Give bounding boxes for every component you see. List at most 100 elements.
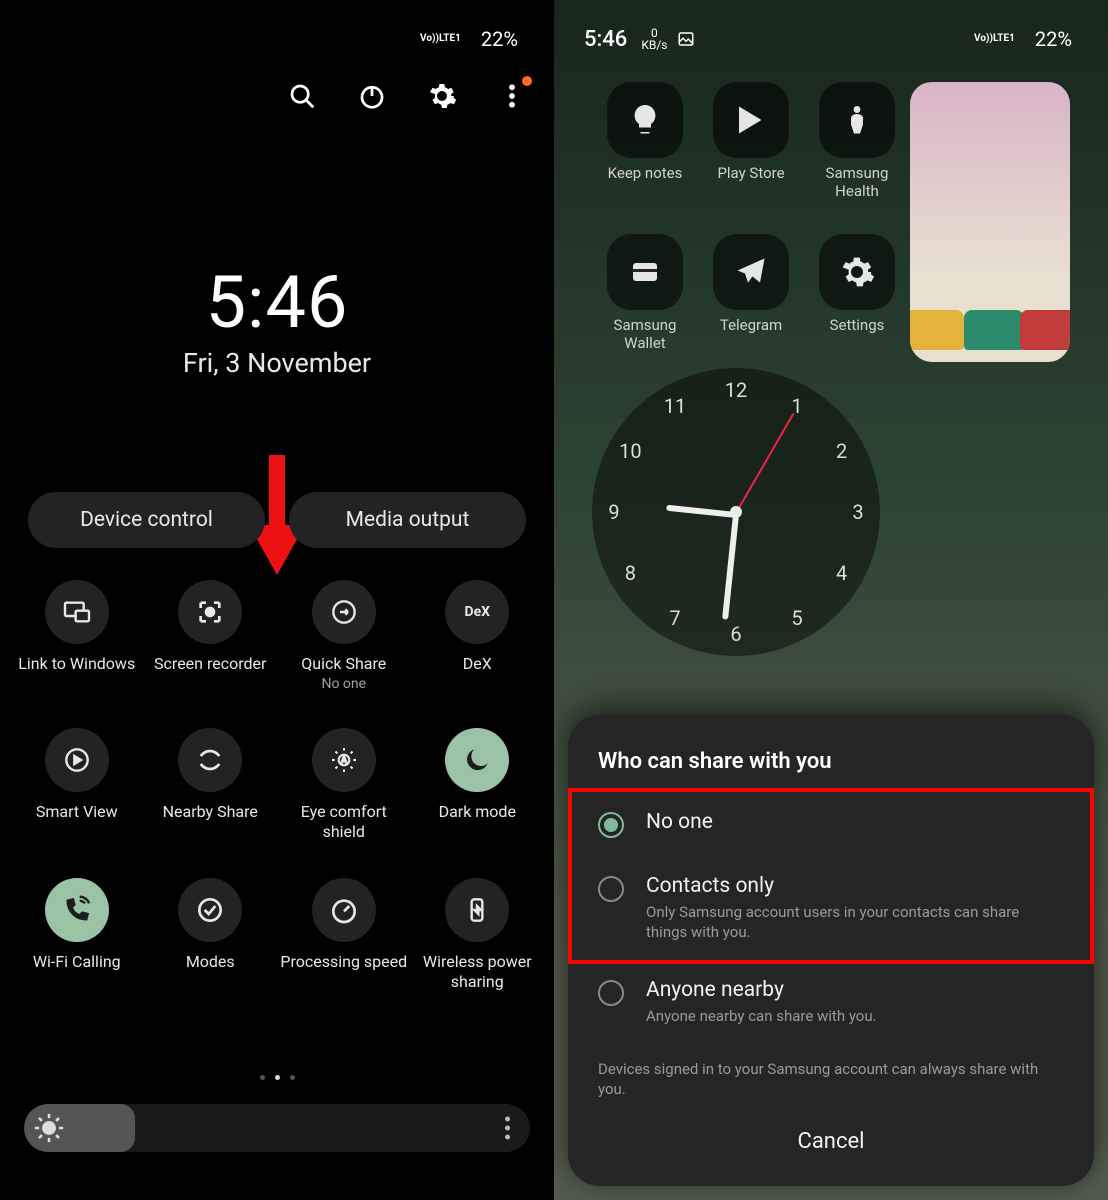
- radio-icon: [598, 980, 624, 1006]
- app-label: Samsung Wallet: [592, 316, 698, 352]
- svg-text:A: A: [341, 756, 347, 765]
- photo-widget[interactable]: [910, 82, 1070, 362]
- clock-number: 11: [664, 394, 686, 418]
- notification-dot-icon: [522, 76, 532, 86]
- tile-link-windows[interactable]: Link to Windows: [10, 580, 144, 692]
- screenshot-icon: [677, 30, 695, 48]
- more-button[interactable]: [494, 78, 530, 114]
- tile-nearby-share[interactable]: Nearby Share: [144, 728, 278, 842]
- quick-tiles: Link to Windows Screen recorder Quick Sh…: [10, 580, 544, 992]
- tile-eye-comfort[interactable]: A Eye comfort shield: [277, 728, 411, 842]
- radio-selected-icon: [598, 812, 624, 838]
- status-bar: 5:46 0 KB/s Vo))LTE1 22%: [554, 0, 1108, 78]
- clock-number: 3: [852, 500, 863, 524]
- tile-label: Wi-Fi Calling: [33, 952, 121, 972]
- tile-label: Screen recorder: [154, 654, 266, 674]
- tile-dex[interactable]: DeX DeX: [411, 580, 545, 692]
- cancel-button[interactable]: Cancel: [568, 1103, 1094, 1168]
- search-button[interactable]: [284, 78, 320, 114]
- clock-number: 8: [625, 561, 636, 585]
- app-samsung-health[interactable]: Samsung Health: [804, 82, 910, 210]
- quick-share-sheet: Who can share with you No one Contacts o…: [568, 715, 1094, 1186]
- option-label: Contacts only: [646, 874, 1064, 898]
- brightness-slider[interactable]: [24, 1104, 530, 1152]
- app-label: Keep notes: [608, 164, 683, 182]
- app-telegram[interactable]: Telegram: [698, 234, 804, 362]
- analog-clock-widget[interactable]: 121234567891011: [592, 368, 880, 656]
- tile-dark-mode[interactable]: Dark mode: [411, 728, 545, 842]
- media-output-button[interactable]: Media output: [289, 492, 526, 548]
- clock-number: 4: [836, 561, 847, 585]
- tile-processing-speed[interactable]: Processing speed: [277, 878, 411, 992]
- tile-smart-view[interactable]: Smart View: [10, 728, 144, 842]
- clock-number: 2: [836, 439, 847, 463]
- app-settings[interactable]: Settings: [804, 234, 910, 362]
- option-label: No one: [646, 810, 713, 834]
- media-output-label: Media output: [346, 508, 470, 532]
- clock-number: 10: [619, 439, 641, 463]
- volte-lte: LTE1: [439, 34, 461, 44]
- data-speed: 0 KB/s: [641, 27, 667, 51]
- page-indicator: [0, 1075, 554, 1080]
- battery-percent: 22%: [481, 27, 518, 51]
- sheet-note: Devices signed in to your Samsung accoun…: [568, 1045, 1094, 1104]
- sun-icon: [32, 1111, 66, 1145]
- tile-screen-recorder[interactable]: Screen recorder: [144, 580, 278, 692]
- tile-quick-share[interactable]: Quick Share No one: [277, 580, 411, 692]
- tile-modes[interactable]: Modes: [144, 878, 278, 992]
- status-time: 5:46: [584, 27, 627, 52]
- tile-label: Dark mode: [439, 802, 516, 822]
- volte-icon: Vo)) LTE1: [420, 34, 461, 44]
- app-label: Telegram: [720, 316, 782, 334]
- clock-number: 12: [725, 378, 747, 402]
- app-keep-notes[interactable]: Keep notes: [592, 82, 698, 210]
- tile-wifi-calling[interactable]: Wi-Fi Calling: [10, 878, 144, 992]
- tile-label: Link to Windows: [18, 654, 135, 674]
- option-no-one[interactable]: No one: [568, 792, 1094, 856]
- volte-vo: Vo)): [420, 34, 439, 44]
- app-samsung-wallet[interactable]: Samsung Wallet: [592, 234, 698, 362]
- radio-icon: [598, 876, 624, 902]
- app-label: Play Store: [717, 164, 784, 182]
- app-play-store[interactable]: Play Store: [698, 82, 804, 210]
- settings-button[interactable]: [424, 78, 460, 114]
- tile-label: Eye comfort shield: [280, 802, 408, 842]
- status-bar: Vo)) LTE1 22%: [0, 0, 554, 78]
- app-label: Samsung Health: [804, 164, 910, 200]
- home-apps: Keep notes Play Store Samsung Health Sam…: [592, 82, 1070, 362]
- tile-sublabel: No one: [321, 676, 366, 692]
- tile-label: Nearby Share: [163, 802, 258, 822]
- tile-label: DeX: [463, 654, 492, 674]
- device-control-button[interactable]: Device control: [28, 492, 265, 548]
- option-anyone-nearby[interactable]: Anyone nearby Anyone nearby can share wi…: [568, 960, 1094, 1044]
- kbs-unit: KB/s: [641, 38, 667, 52]
- screen-quick-settings: Vo)) LTE1 22% 5:46 Fri, 3 November: [0, 0, 554, 1200]
- clock-number: 6: [730, 622, 741, 646]
- app-label: Settings: [830, 316, 885, 334]
- clock-header: 5:46 Fri, 3 November: [0, 260, 554, 379]
- tile-label: Processing speed: [280, 952, 407, 972]
- option-desc: Anyone nearby can share with you.: [646, 1006, 877, 1026]
- tile-wireless-power[interactable]: Wireless power sharing: [411, 878, 545, 992]
- option-contacts-only[interactable]: Contacts only Only Samsung account users…: [568, 856, 1094, 961]
- tile-label: Smart View: [36, 802, 118, 822]
- option-label: Anyone nearby: [646, 978, 877, 1002]
- battery-percent: 22%: [1035, 27, 1072, 51]
- device-control-label: Device control: [80, 508, 213, 532]
- volte-icon: Vo))LTE1: [974, 34, 1015, 44]
- clock-time: 5:46: [0, 260, 554, 345]
- power-button[interactable]: [354, 78, 390, 114]
- panel-toolbar: [284, 78, 530, 114]
- clock-number: 5: [791, 606, 802, 630]
- clock-number: 7: [669, 606, 680, 630]
- tile-label: Quick Share: [301, 654, 386, 674]
- clock-number: 9: [608, 500, 619, 524]
- brightness-more-button[interactable]: [505, 1117, 510, 1140]
- tile-label: Wireless power sharing: [413, 952, 541, 992]
- control-pills: Device control Media output: [28, 492, 526, 548]
- clock-number: 1: [791, 394, 802, 418]
- screen-quick-share-dialog: 5:46 0 KB/s Vo))LTE1 22% Keep notes: [554, 0, 1108, 1200]
- sheet-title: Who can share with you: [568, 749, 1094, 792]
- option-desc: Only Samsung account users in your conta…: [646, 902, 1064, 943]
- tile-label: Modes: [186, 952, 235, 972]
